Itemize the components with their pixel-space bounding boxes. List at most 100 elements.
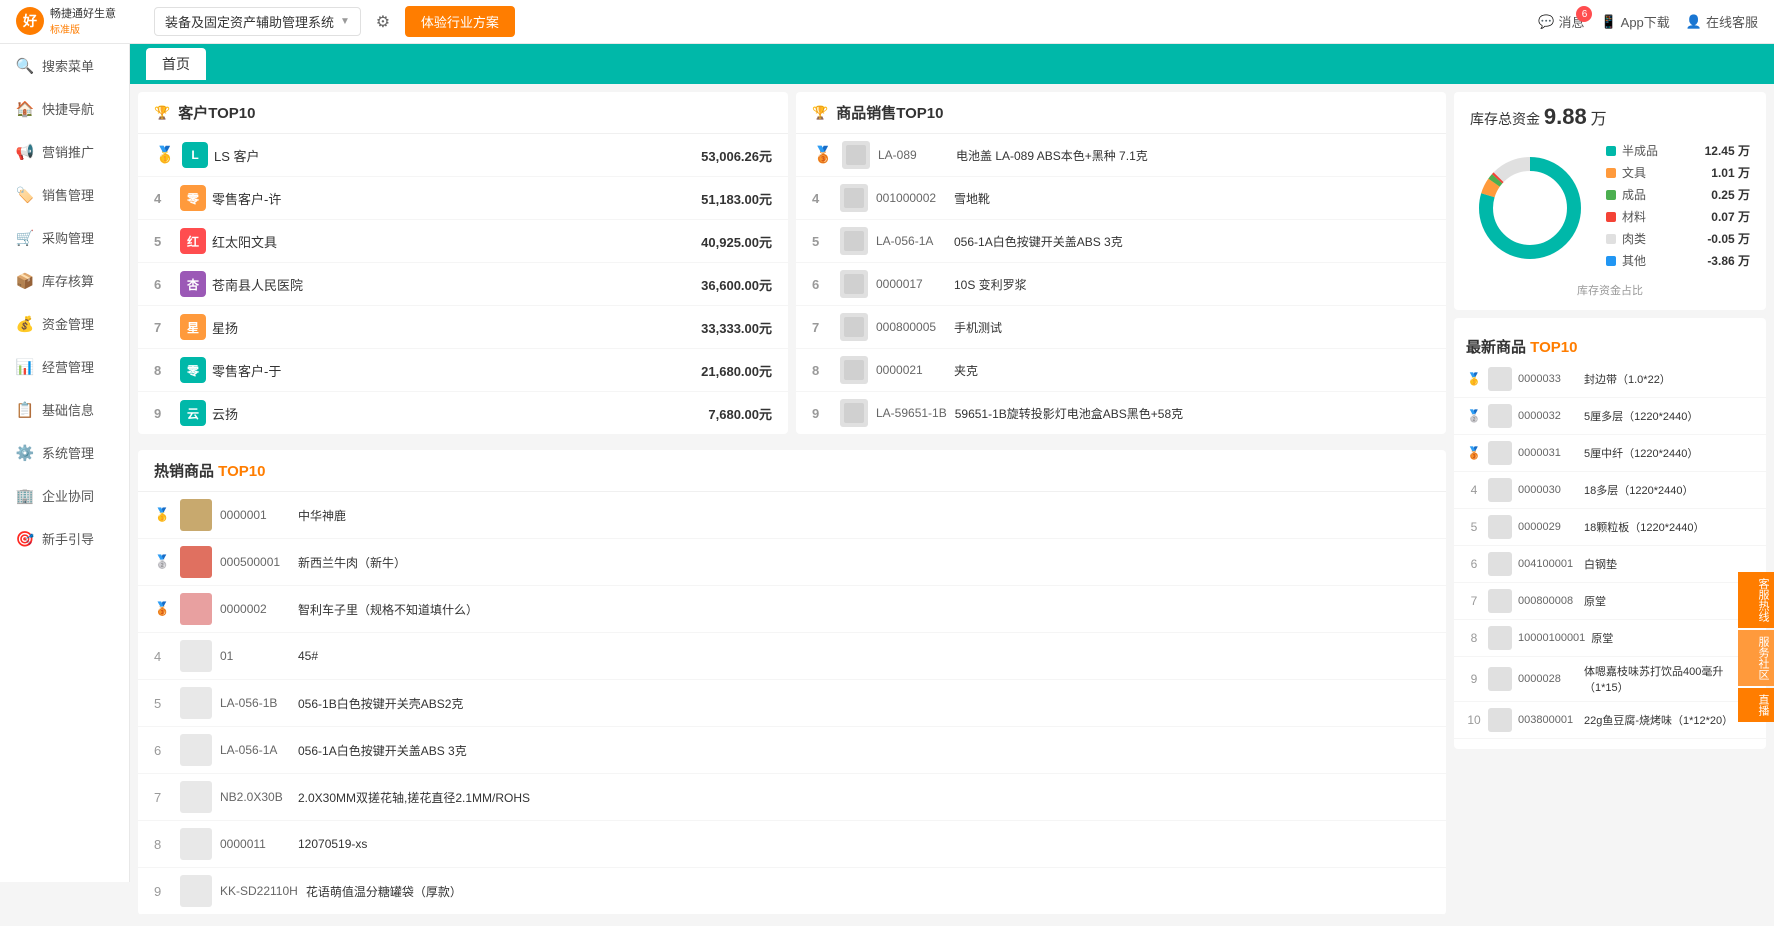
trial-button[interactable]: 体验行业方案: [405, 6, 515, 37]
hot-item-2: 🥈 000500001 新西兰牛肉（新牛）: [138, 539, 1446, 586]
hot-name-6: 056-1A白色按键开关盖ABS 3克: [298, 742, 1430, 759]
nav-bar: 首页: [130, 44, 1774, 84]
hot-name-9: 花语萌值温分糖罐袋（厚款）: [306, 883, 1430, 900]
system-icon: ⚙️: [16, 444, 34, 462]
goods-name-6: 10S 变利罗浆: [954, 276, 1430, 293]
customer-name-8: 零售客户-于: [212, 361, 701, 380]
tab-home[interactable]: 首页: [146, 48, 206, 80]
hot-code-4: 01: [220, 649, 290, 663]
sidebar-item-marketing[interactable]: 📢 营销推广: [0, 130, 129, 173]
goods-name-5: 056-1A白色按键开关盖ABS 3克: [954, 233, 1430, 250]
new-img-2: [1488, 404, 1512, 428]
customer-rank-7: 7 星 星扬 33,333.00元: [138, 306, 788, 349]
new-img-1: [1488, 367, 1512, 391]
goods-name-3: 电池盖 LA-089 ABS本色+黑种 7.1克: [956, 147, 1430, 164]
customer-avatar-8: 零: [180, 357, 206, 383]
new-code-10: 003800001: [1518, 714, 1578, 726]
customer-rank-9: 9 云 云扬 7,680.00元: [138, 392, 788, 434]
goods-trophy-icon: 🏆: [812, 105, 828, 121]
customer-ranking-title: 客户TOP10: [178, 102, 255, 123]
goods-img-3: [842, 141, 870, 169]
customer-rank-6: 6 杏 苍南县人民医院 36,600.00元: [138, 263, 788, 306]
online-service-action[interactable]: 👤 在线客服: [1686, 12, 1758, 31]
legend-val-roulei: -0.05 万: [1707, 230, 1750, 247]
new-img-6: [1488, 552, 1512, 576]
float-btn-service[interactable]: 客服热线: [1738, 572, 1774, 628]
hot-goods-panel: 热销商品 TOP10 🥇 0000001 中华神鹿 🥈 000500001: [138, 450, 1446, 915]
new-img-3: [1488, 441, 1512, 465]
hot-goods-header: 热销商品 TOP10: [138, 450, 1446, 492]
customer-name-1: LS 客户: [214, 146, 701, 165]
customer-name-7: 星扬: [212, 318, 701, 337]
hot-medal-3: 🥉: [154, 601, 172, 617]
hot-code-7: NB2.0X30B: [220, 790, 290, 804]
legend-label-cailiao: 材料: [1622, 208, 1705, 225]
main-content: 首页 🏆 客户TOP10 🥇 L LS 客: [130, 44, 1774, 923]
goods-code-9: LA-59651-1B: [876, 406, 947, 420]
legend-label-roulei: 肉类: [1622, 230, 1701, 247]
sidebar-item-basic[interactable]: 📋 基础信息: [0, 388, 129, 431]
mobile-icon: 📱: [1600, 14, 1616, 30]
legend-chengpin: 成品 0.25 万: [1606, 186, 1750, 203]
hot-name-7: 2.0X30MM双搓花轴,搓花直径2.1MM/ROHS: [298, 789, 1430, 806]
float-btn-community[interactable]: 服务社区: [1738, 630, 1774, 686]
sidebar-item-purchase[interactable]: 🛒 采购管理: [0, 216, 129, 259]
new-code-6: 004100001: [1518, 558, 1578, 570]
logo-icon: 好: [16, 7, 44, 35]
system-selector[interactable]: 装备及固定资产辅助管理系统 ▼: [154, 7, 361, 36]
float-btn-live[interactable]: 直播: [1738, 688, 1774, 722]
logo-area: 好 畅捷通好生意 标准版: [16, 7, 146, 36]
inventory-unit: 万: [1591, 111, 1607, 128]
customer-ranking-list: 🥇 L LS 客户 53,006.26元 4 零 零售客户-许 51,183.0…: [138, 134, 788, 434]
customer-ranking-panel: 🏆 客户TOP10 🥇 L LS 客户 53,006.26元: [138, 92, 788, 434]
sidebar-item-sales[interactable]: 🏷️ 销售管理: [0, 173, 129, 216]
finance-icon: 💰: [16, 315, 34, 333]
customer-name-6: 苍南县人民医院: [212, 275, 701, 294]
sidebar-item-ops[interactable]: 📊 经营管理: [0, 345, 129, 388]
sidebar-item-quicknav[interactable]: 🏠 快捷导航: [0, 87, 129, 130]
settings-icon[interactable]: ⚙: [369, 8, 397, 36]
hot-code-1: 0000001: [220, 508, 290, 522]
customer-avatar-9: 云: [180, 400, 206, 426]
sidebar-label-basic: 基础信息: [42, 400, 94, 419]
legend-dot-wenju: [1606, 168, 1616, 178]
new-rank-9: 9: [1466, 672, 1482, 686]
sidebar-item-search[interactable]: 🔍 搜索菜单: [0, 44, 129, 87]
new-name-6: 白钢垫: [1584, 556, 1754, 572]
hot-item-6: 6 LA-056-1A 056-1A白色按键开关盖ABS 3克: [138, 727, 1446, 774]
new-img-9: [1488, 667, 1512, 691]
goods-name-9: 59651-1B旋转投影灯电池盒ABS黑色+58克: [955, 405, 1430, 422]
sidebar-item-collab[interactable]: 🏢 企业协同: [0, 474, 129, 517]
hot-rank-6: 6: [154, 743, 172, 758]
service-label: 在线客服: [1706, 12, 1758, 31]
new-code-9: 0000028: [1518, 673, 1578, 685]
sidebar-item-finance[interactable]: 💰 资金管理: [0, 302, 129, 345]
sidebar-item-inventory[interactable]: 📦 库存核算: [0, 259, 129, 302]
sidebar-label-ops: 经营管理: [42, 357, 94, 376]
sidebar: 🔍 搜索菜单 🏠 快捷导航 📢 营销推广 🏷️ 销售管理 🛒 采购管理 📦 库存…: [0, 44, 130, 882]
rank-7: 7: [812, 320, 832, 335]
goods-sales-item-4: 4 001000002 雪地靴: [796, 177, 1446, 220]
message-action[interactable]: 💬 消息 6: [1538, 12, 1584, 31]
sidebar-item-system[interactable]: ⚙️ 系统管理: [0, 431, 129, 474]
goods-sales-item-8: 8 0000021 夹克: [796, 349, 1446, 392]
customer-value-7: 33,333.00元: [701, 318, 772, 337]
home-icon: 🏠: [16, 100, 34, 118]
trophy-icon: 🏆: [154, 105, 170, 121]
rank-num-5: 5: [154, 234, 174, 249]
app-label: App下载: [1621, 12, 1670, 31]
sales-icon: 🏷️: [16, 186, 34, 204]
hot-item-7: 7 NB2.0X30B 2.0X30MM双搓花轴,搓花直径2.1MM/ROHS: [138, 774, 1446, 821]
new-medal-1: 🥇: [1466, 372, 1482, 386]
goods-sales-item-5: 5 LA-056-1A 056-1A白色按键开关盖ABS 3克: [796, 220, 1446, 263]
goods-code-6: 0000017: [876, 277, 946, 291]
app-download-action[interactable]: 📱 App下载: [1600, 12, 1669, 31]
legend-other: 其他 -3.86 万: [1606, 252, 1750, 269]
sidebar-item-newbie[interactable]: 🎯 新手引导: [0, 517, 129, 560]
customer-avatar-6: 杏: [180, 271, 206, 297]
hot-medal-1: 🥇: [154, 507, 172, 523]
new-name-7: 原堂: [1584, 593, 1754, 609]
hot-name-1: 中华神鹿: [298, 507, 1430, 524]
hot-rank-5: 5: [154, 696, 172, 711]
legend-val-other: -3.86 万: [1707, 252, 1750, 269]
